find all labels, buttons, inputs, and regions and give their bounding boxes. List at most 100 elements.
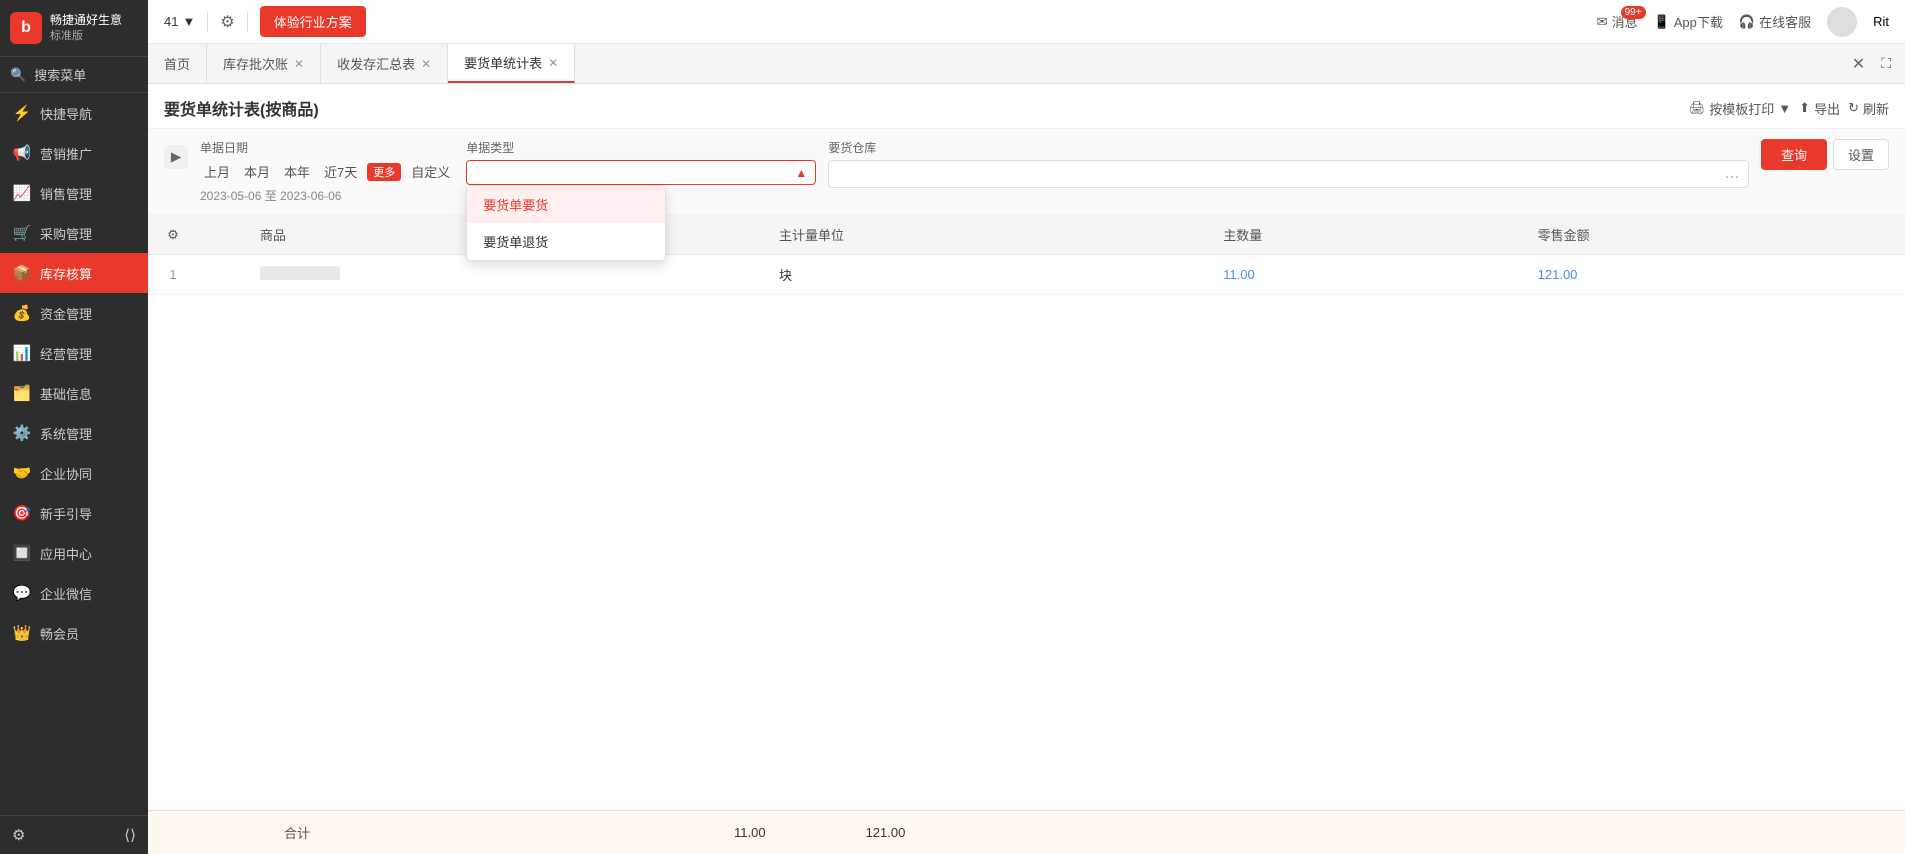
warehouse-more-icon[interactable]: … (1724, 165, 1740, 183)
filter-warehouse-group: 要货仓库 … (828, 139, 1749, 188)
inventory-icon: 📦 (12, 263, 32, 283)
sidebar-item-inventory[interactable]: 📦 库存核算 (0, 253, 148, 293)
table-col-quantity: 主数量 (1211, 215, 1525, 255)
dropdown-item-order-return[interactable]: 要货单退货 (467, 223, 665, 260)
topbar-right: ✉ 消息 99+ 📱 App下载 🎧 在线客服 Rit (1597, 7, 1889, 37)
app-title: 畅捷通好生意 标准版 (50, 12, 122, 44)
refresh-icon: ↻ (1848, 100, 1859, 116)
print-button[interactable]: 🖨 按模板打印 ▼ (1689, 99, 1791, 118)
trial-button[interactable]: 体验行业方案 (260, 6, 366, 37)
filter-settings-button[interactable]: 设置 (1833, 139, 1889, 170)
sidebar-item-cooperation[interactable]: 🤝 企业协同 (0, 453, 148, 493)
warehouse-input[interactable] (837, 167, 1724, 182)
messages-action[interactable]: ✉ 消息 99+ (1597, 12, 1638, 31)
basics-icon: 🗂️ (12, 383, 32, 403)
sidebar-collapse-icon[interactable]: ⟨⟩ (124, 826, 136, 844)
topbar-settings-icon[interactable]: ⚙ (220, 12, 234, 32)
sidebar-item-finance[interactable]: 💰 资金管理 (0, 293, 148, 333)
sidebar-item-basics[interactable]: 🗂️ 基础信息 (0, 373, 148, 413)
tab-expand-button[interactable]: ⛶ (1875, 53, 1897, 74)
table-cell-empty (198, 255, 248, 295)
date-shortcut-custom[interactable]: 自定义 (407, 160, 454, 183)
date-shortcut-this-month[interactable]: 本月 (240, 160, 274, 183)
table-cell-quantity: 11.00 (1211, 255, 1525, 295)
sidebar-item-purchase[interactable]: 🛒 采购管理 (0, 213, 148, 253)
page-header: 要货单统计表(按商品) 🖨 按模板打印 ▼ ⬆ 导出 ↻ 刷新 (148, 84, 1905, 129)
member-icon: 👑 (12, 623, 32, 643)
filter-expand-button[interactable]: ▶ (164, 145, 188, 169)
date-shortcut-7days[interactable]: 近7天 (320, 160, 361, 183)
sidebar: b 畅捷通好生意 标准版 🔍 搜索菜单 ⚡ 快捷导航 📢 营销推广 📈 销售管理… (0, 0, 148, 854)
quick-nav-icon: ⚡ (12, 103, 32, 123)
type-filter-input-wrapper[interactable]: ▲ (466, 160, 816, 185)
export-icon: ⬆ (1799, 100, 1810, 116)
tab-send-receive-close[interactable]: ✕ (421, 57, 431, 71)
type-filter-arrow-icon[interactable]: ▲ (795, 166, 807, 180)
phone-icon: 📱 (1654, 14, 1670, 30)
sidebar-item-wechat[interactable]: 💬 企业微信 (0, 573, 148, 613)
date-shortcut-last-month[interactable]: 上月 (200, 160, 234, 183)
date-range-text: 2023-05-06 至 2023-06-06 (200, 187, 454, 204)
sidebar-search[interactable]: 🔍 搜索菜单 (0, 57, 148, 93)
tab-close-all-button[interactable]: ✕ (1846, 52, 1871, 76)
sidebar-footer: ⚙ ⟨⟩ (0, 815, 148, 854)
sidebar-item-marketing[interactable]: 📢 营销推广 (0, 133, 148, 173)
table-container: ⚙ 商品 主计量单位 主数量 零售金额 1 (148, 215, 1905, 295)
headset-icon: 🎧 (1739, 14, 1755, 30)
tab-home[interactable]: 首页 (148, 44, 207, 83)
message-badge: 99+ (1621, 6, 1646, 19)
topbar-left: 41 ▼ ⚙ 体验行业方案 (164, 6, 366, 37)
app-logo: b (10, 12, 42, 44)
topbar-divider (207, 12, 208, 32)
sidebar-item-sales[interactable]: 📈 销售管理 (0, 173, 148, 213)
tab-batch-account[interactable]: 库存批次账 ✕ (207, 44, 321, 83)
table-settings-header[interactable]: ⚙ (148, 215, 198, 255)
app-download-action[interactable]: 📱 App下载 (1654, 12, 1723, 31)
footer-amount: 121.00 (866, 825, 906, 840)
date-shortcut-this-year[interactable]: 本年 (280, 160, 314, 183)
cooperation-icon: 🤝 (12, 463, 32, 483)
user-avatar[interactable] (1827, 7, 1857, 37)
sidebar-item-operations[interactable]: 📊 经营管理 (0, 333, 148, 373)
type-filter-label: 单据类型 (466, 139, 816, 156)
table-cell-unit: 块 (767, 255, 1211, 295)
page-actions: 🖨 按模板打印 ▼ ⬆ 导出 ↻ 刷新 (1689, 99, 1889, 118)
quantity-link[interactable]: 11.00 (1223, 267, 1255, 282)
date-filter-label: 单据日期 (200, 139, 454, 156)
sidebar-item-member[interactable]: 👑 畅会员 (0, 613, 148, 653)
chevron-down-icon: ▼ (182, 14, 195, 29)
table-footer: 合计 11.00 121.00 (148, 810, 1905, 854)
tab-send-receive[interactable]: 收发存汇总表 ✕ (321, 44, 448, 83)
online-service-action[interactable]: 🎧 在线客服 (1739, 12, 1811, 31)
sidebar-settings-icon[interactable]: ⚙ (12, 826, 25, 844)
sidebar-item-app-center[interactable]: 🔲 应用中心 (0, 533, 148, 573)
tab-order-stats[interactable]: 要货单统计表 ✕ (448, 44, 575, 83)
sidebar-item-guide[interactable]: 🎯 新手引导 (0, 493, 148, 533)
system-icon: ⚙️ (12, 423, 32, 443)
sidebar-item-quick-nav[interactable]: ⚡ 快捷导航 (0, 93, 148, 133)
topbar: 41 ▼ ⚙ 体验行业方案 ✉ 消息 99+ 📱 App下载 🎧 在线客服 (148, 0, 1905, 44)
table-col-unit: 主计量单位 (767, 215, 1211, 255)
warehouse-input-wrapper[interactable]: … (828, 160, 1749, 188)
tab-batch-account-close[interactable]: ✕ (294, 57, 304, 71)
dropdown-item-order-goods[interactable]: 要货单要货 (467, 186, 665, 223)
tab-order-stats-close[interactable]: ✕ (548, 56, 558, 70)
amount-link[interactable]: 121.00 (1538, 267, 1578, 282)
query-button[interactable]: 查询 (1761, 139, 1827, 170)
filter-date-group: 单据日期 上月 本月 本年 近7天 更多 自定义 2023-05-06 至 20… (200, 139, 454, 204)
tabbar-controls: ✕ ⛶ (1846, 52, 1905, 76)
purchase-icon: 🛒 (12, 223, 32, 243)
footer-quantity: 11.00 (734, 825, 766, 840)
sales-icon: 📈 (12, 183, 32, 203)
table-cell-amount: 121.00 (1526, 255, 1905, 295)
refresh-button[interactable]: ↻ 刷新 (1848, 99, 1889, 118)
filter-bar: ▶ 单据日期 上月 本月 本年 近7天 更多 自定义 2023-05-06 至 … (148, 129, 1905, 215)
type-dropdown-menu: 要货单要货 要货单退货 (466, 185, 666, 261)
export-button[interactable]: ⬆ 导出 (1799, 99, 1840, 118)
type-filter-input[interactable] (475, 165, 795, 180)
date-shortcut-more[interactable]: 更多 (367, 163, 401, 181)
sidebar-item-system[interactable]: ⚙️ 系统管理 (0, 413, 148, 453)
page-title: 要货单统计表(按商品) (164, 96, 319, 120)
store-selector[interactable]: 41 ▼ (164, 14, 195, 29)
warehouse-filter-label: 要货仓库 (828, 139, 1749, 156)
